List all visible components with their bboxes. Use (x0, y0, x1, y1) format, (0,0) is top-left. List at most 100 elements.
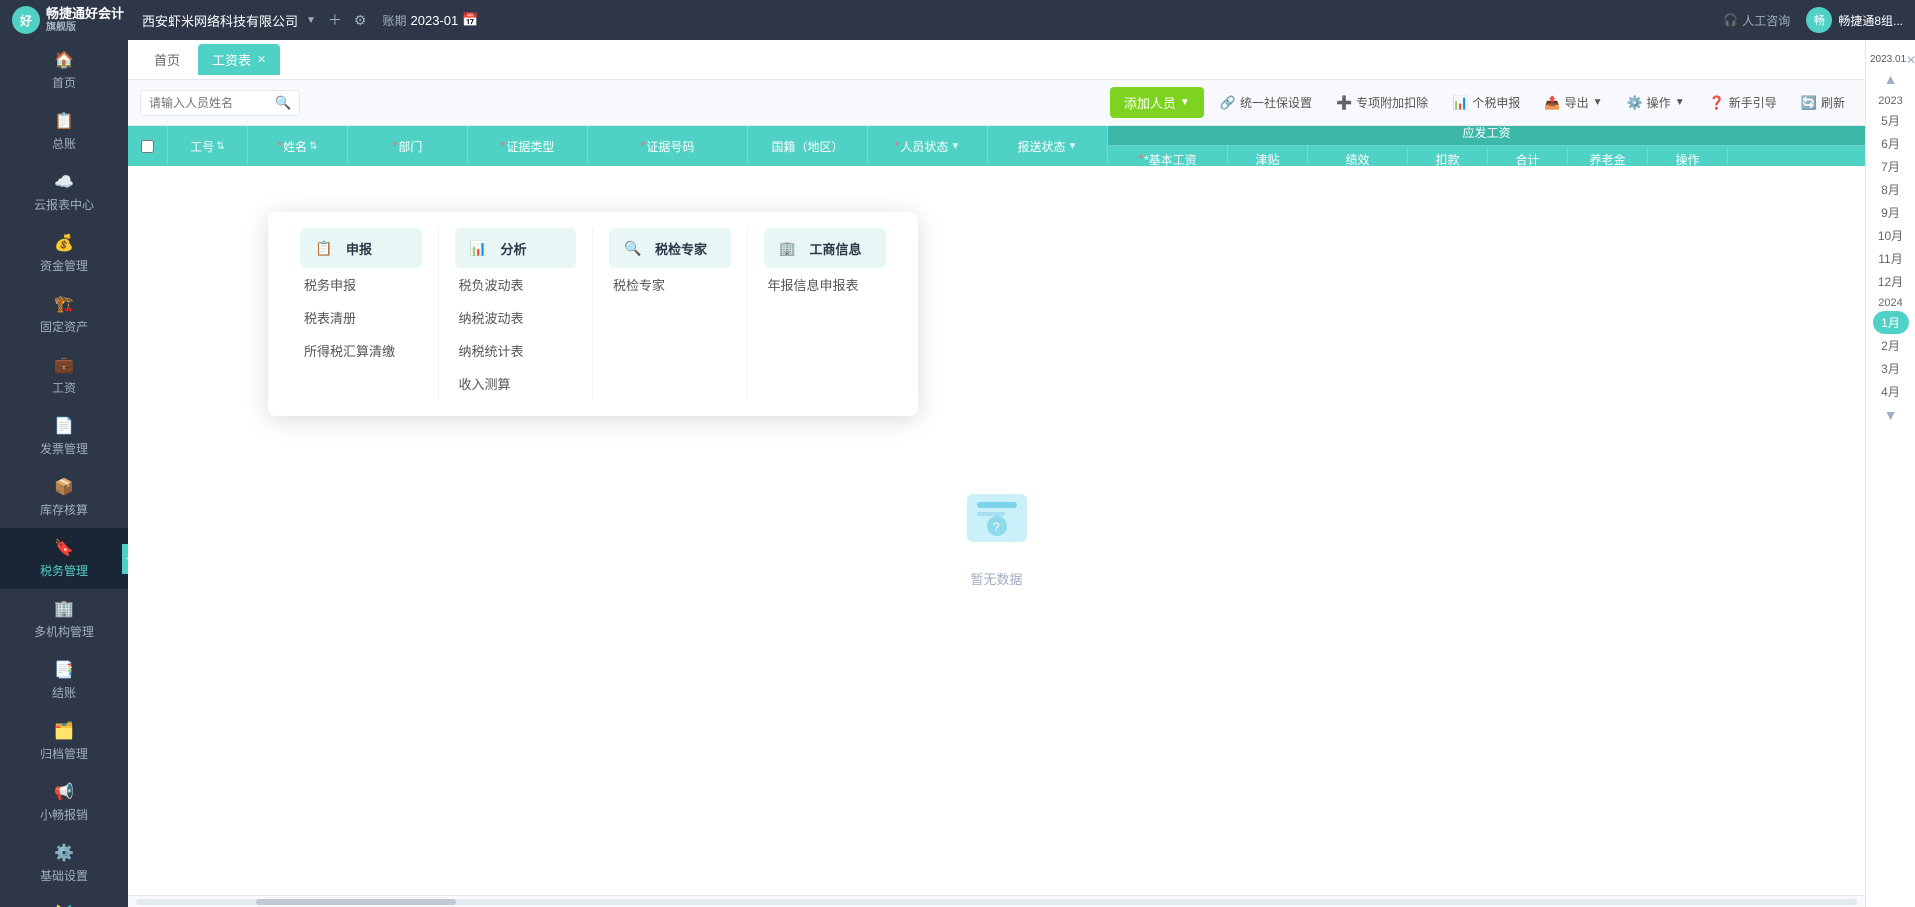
timeline-month-5[interactable]: 5月 (1873, 109, 1909, 132)
scroll-bar-thumb[interactable] (256, 899, 456, 905)
special-deduction-action[interactable]: ➕ 专项附加扣除 (1328, 90, 1436, 115)
timeline-month-12[interactable]: 12月 (1873, 270, 1909, 293)
dp-item-tax-form[interactable]: 税表清册 (300, 301, 422, 334)
timeline-month-2[interactable]: 2月 (1873, 334, 1909, 357)
app-logo: 好 畅捷通好会计 旗舰版 (12, 6, 132, 34)
calendar-icon[interactable]: 📅 (462, 12, 478, 28)
timeline-month-7[interactable]: 7月 (1873, 155, 1909, 178)
chevron-down-icon[interactable]: ▼ (306, 15, 316, 26)
unified-social-action[interactable]: 🔗 统一社保设置 (1212, 90, 1320, 115)
top-bar-right: 🎧 人工咨询 畅 畅捷通8组... (1723, 7, 1903, 33)
tab-close-icon[interactable]: ✕ (257, 53, 266, 66)
report-section-title: 申报 (346, 239, 372, 258)
support-button[interactable]: 🎧 人工咨询 (1723, 12, 1790, 29)
sidebar-item-archive[interactable]: 🗂️ 归档管理 (0, 711, 128, 772)
timeline-month-6[interactable]: 6月 (1873, 132, 1909, 155)
personal-tax-action[interactable]: 📊 个税申报 (1444, 90, 1528, 115)
ledger-icon: 📋 (54, 111, 74, 131)
search-wrapper: 🔍 (140, 90, 300, 116)
timeline-header-row: 2023.01 ✕ ⤢ (1866, 48, 1915, 67)
logo-icon: 好 (12, 6, 40, 34)
timeline-month-4[interactable]: 4月 (1873, 380, 1909, 403)
sidebar-label-marketing: 小畅报销 (40, 806, 88, 823)
export-action[interactable]: 📤 导出 ▼ (1536, 90, 1610, 115)
name-sort-icon[interactable]: ⇅ (309, 141, 317, 152)
right-timeline: 2023.01 ✕ ⤢ ▲ 2023 5月 6月 7月 8月 9月 10月 11… (1865, 40, 1915, 907)
search-input[interactable] (149, 96, 269, 110)
tab-salary-table[interactable]: 工资表 ✕ (198, 44, 280, 75)
timeline-month-1[interactable]: 1月 (1873, 311, 1909, 334)
tab-salary-label: 工资表 (212, 50, 251, 69)
sidebar-item-home[interactable]: 🏠 首页 (0, 40, 128, 101)
sidebar-item-invoice[interactable]: 📄 发票管理 (0, 406, 128, 467)
timeline-month-11[interactable]: 11月 (1873, 247, 1909, 270)
timeline-month-9[interactable]: 9月 (1873, 201, 1909, 224)
dp-item-tax-stats[interactable]: 纳税统计表 (455, 334, 577, 367)
empty-text: 暂无数据 (970, 569, 1022, 588)
sidebar-item-multi-org[interactable]: 🏢 多机构管理 (0, 589, 128, 650)
timeline-month-3[interactable]: 3月 (1873, 357, 1909, 380)
toolbar: 🔍 添加人员 ▼ 🔗 统一社保设置 ➕ 专项附加扣除 📊 个税申报 📤 导出 (128, 80, 1865, 126)
dp-item-tax-payment[interactable]: 纳税波动表 (455, 301, 577, 334)
sidebar: 🏠 首页 📋 总账 ☁️ 云报表中心 💰 资金管理 🏗️ 固定资产 💼 工资 📄… (0, 40, 128, 907)
refresh-action[interactable]: 🔄 刷新 (1793, 90, 1853, 115)
idnum-required-star: * (641, 139, 646, 153)
guide-action[interactable]: ❓ 新手引导 (1701, 90, 1785, 115)
ops-arrow-icon: ▼ (1675, 97, 1685, 108)
sidebar-collapse-btn[interactable]: ◀ (122, 544, 128, 574)
th-checkbox[interactable] (128, 126, 168, 166)
sidebar-item-basic-settings[interactable]: ⚙️ 基础设置 (0, 833, 128, 894)
table-header: 工号 ⇅ * 姓名 ⇅ * 部门 * 证据类型 (128, 126, 1865, 166)
sidebar-item-tax[interactable]: 🔖 税务管理 ◀ (0, 528, 128, 589)
user-area[interactable]: 畅 畅捷通8组... (1806, 7, 1903, 33)
dp-item-annual-report[interactable]: 年报信息申报表 (764, 268, 887, 301)
sidebar-item-guide[interactable]: 🔰 新手引导 (0, 894, 128, 907)
timeline-nav-up[interactable]: ▲ (1880, 67, 1902, 91)
period-label: 账期 (382, 12, 406, 29)
dp-item-tax-report[interactable]: 税务申报 (300, 268, 422, 301)
sidebar-item-inventory[interactable]: 📦 库存核算 (0, 467, 128, 528)
ops-action[interactable]: ⚙️ 操作 ▼ (1618, 90, 1692, 115)
dp-item-tax-burden[interactable]: 税负波动表 (455, 268, 577, 301)
th-id-num-label: 证据号码 (646, 138, 694, 155)
add-arrow-icon: ▼ (1180, 97, 1190, 108)
sort-icon[interactable]: ⇅ (216, 141, 224, 152)
empty-icon: ? (957, 474, 1037, 557)
timeline-month-10[interactable]: 10月 (1873, 224, 1909, 247)
top-bar: 好 畅捷通好会计 旗舰版 西安虾米网络科技有限公司 ▼ ＋ ⚙ 账期 2023-… (0, 0, 1915, 40)
timeline-month-8[interactable]: 8月 (1873, 178, 1909, 201)
tab-home[interactable]: 首页 (140, 44, 194, 75)
sidebar-item-cloud-report[interactable]: ☁️ 云报表中心 (0, 162, 128, 223)
dp-item-income-estimate[interactable]: 收入测算 (455, 367, 577, 400)
timeline-nav-down[interactable]: ▼ (1880, 403, 1902, 427)
th-deduct-label: 扣款 (1435, 151, 1459, 168)
company-selector[interactable]: 西安虾米网络科技有限公司 ▼ (142, 11, 316, 30)
sidebar-item-marketing[interactable]: 📢 小畅报销 (0, 772, 128, 833)
dp-section-report-header: 📋 申报 (300, 228, 422, 268)
special-deduction-label: 专项附加扣除 (1356, 94, 1428, 111)
sidebar-item-fixed-assets[interactable]: 🏗️ 固定资产 (0, 284, 128, 345)
status-filter-icon[interactable]: ▼ (950, 141, 960, 152)
add-person-button[interactable]: 添加人员 ▼ (1110, 87, 1204, 118)
analysis-section-title: 分析 (501, 239, 527, 258)
sidebar-item-salary[interactable]: 💼 工资 (0, 345, 128, 406)
sidebar-label-cloud: 云报表中心 (34, 196, 94, 213)
logo-main: 畅捷通好会计 (46, 6, 124, 22)
sidebar-item-fund[interactable]: 💰 资金管理 (0, 223, 128, 284)
dp-item-income-calc[interactable]: 所得税汇算清缴 (300, 334, 422, 367)
sidebar-item-closing[interactable]: 📑 结账 (0, 650, 128, 711)
plus-icon[interactable]: ＋ (328, 10, 342, 30)
th-subsidy-label: 津贴 (1255, 151, 1279, 168)
ops-label: 操作 (1647, 94, 1671, 111)
marketing-icon: 📢 (54, 782, 74, 802)
scroll-bar-track[interactable] (136, 899, 1857, 905)
send-filter-icon[interactable]: ▼ (1068, 141, 1078, 152)
dp-section-business-header: 🏢 工商信息 (764, 228, 887, 268)
main-layout: 🏠 首页 📋 总账 ☁️ 云报表中心 💰 资金管理 🏗️ 固定资产 💼 工资 📄… (0, 40, 1915, 907)
settings-icon[interactable]: ⚙ (354, 12, 367, 29)
dp-item-expert[interactable]: 税检专家 (609, 268, 731, 301)
select-all-checkbox[interactable] (141, 140, 154, 153)
export-label: 导出 (1565, 94, 1589, 111)
timeline-close-icon[interactable]: ✕ (1906, 53, 1915, 67)
sidebar-item-ledger[interactable]: 📋 总账 (0, 101, 128, 162)
